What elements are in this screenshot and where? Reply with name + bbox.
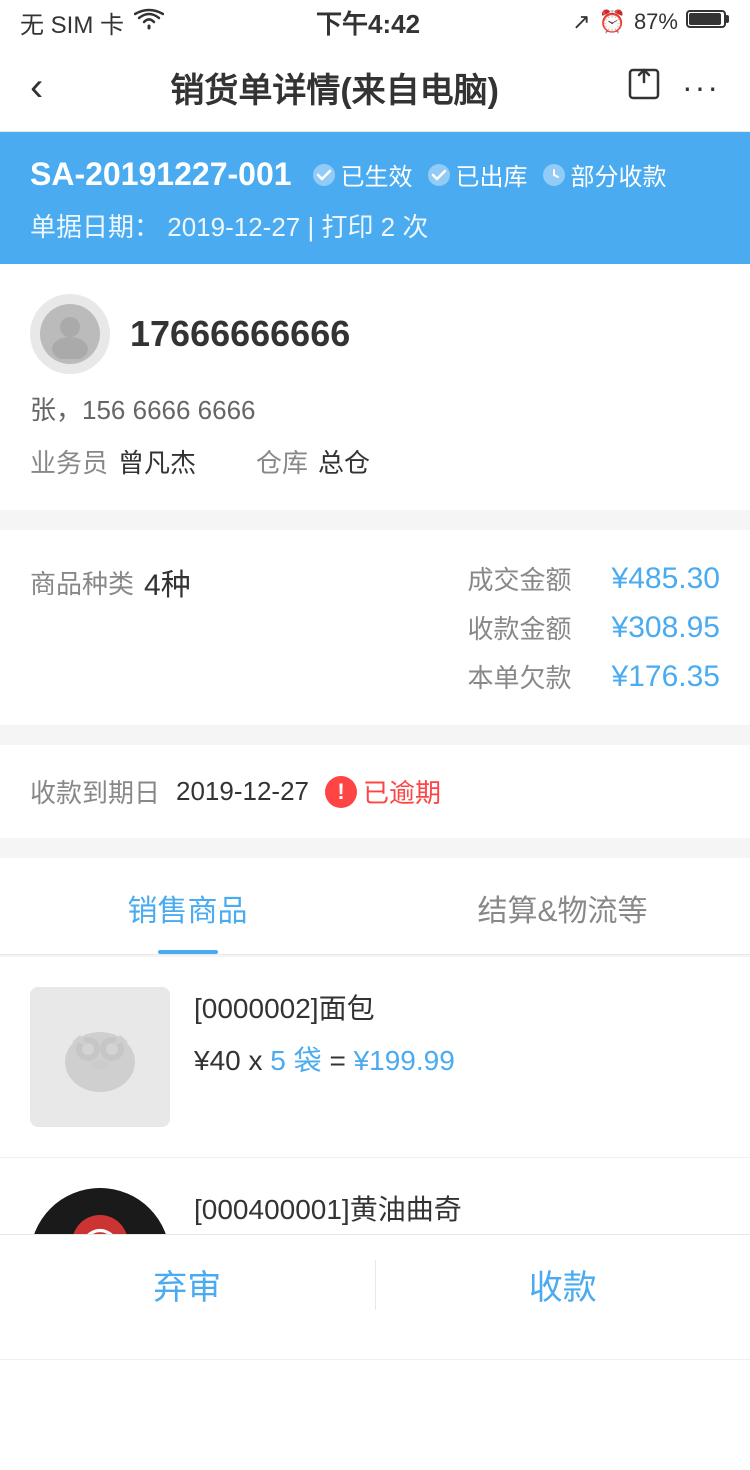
nav-right: ··· bbox=[626, 66, 720, 110]
warehouse-label: 仓库 bbox=[256, 443, 308, 480]
status-left: 无 SIM 卡 bbox=[20, 5, 164, 40]
overdue-text: 已逾期 bbox=[363, 773, 441, 810]
status-effective: 已生效 bbox=[312, 157, 413, 192]
status-badges: 已生效 已出库 部分收款 bbox=[312, 157, 667, 192]
status-right: ↗ ⏰ 87% bbox=[572, 8, 730, 36]
nav-bar: ‹ 销货单详情(来自电脑) ··· bbox=[0, 44, 750, 132]
warehouse-info: 仓库 总仓 bbox=[256, 443, 370, 480]
due-date-value: 2019-12-27 bbox=[176, 776, 309, 807]
customer-meta: 业务员 曾凡杰 仓库 总仓 bbox=[30, 443, 720, 480]
order-header: SA-20191227-001 已生效 已出库 部分收款 单据日期： 2019-… bbox=[0, 132, 750, 264]
received-amount-row: 收款金额 ¥308.95 bbox=[468, 609, 720, 646]
salesperson-info: 业务员 曾凡杰 bbox=[30, 443, 196, 480]
battery-text: 87% bbox=[634, 9, 678, 35]
wifi-icon bbox=[134, 8, 164, 37]
stats-section: 商品种类 4种 成交金额 ¥485.30 收款金额 ¥308.95 本单欠款 ¥… bbox=[0, 530, 750, 725]
amount-stats: 成交金额 ¥485.30 收款金额 ¥308.95 本单欠款 ¥176.35 bbox=[468, 560, 720, 695]
due-date-label: 收款到期日 bbox=[30, 773, 160, 810]
customer-name-phone: 张，156 6666 6666 bbox=[30, 390, 720, 427]
goods-type-label: 商品种类 bbox=[30, 564, 134, 601]
battery-icon bbox=[686, 8, 730, 36]
overdue-icon: ! bbox=[325, 776, 357, 808]
product-item: [0000002]面包 ¥40 x 5 袋 = ¥199.99 bbox=[0, 957, 750, 1158]
salesperson-label: 业务员 bbox=[30, 443, 108, 480]
status-shipped: 已出库 bbox=[427, 157, 528, 192]
alarm-icon: ⏰ bbox=[599, 9, 626, 35]
order-date: 单据日期： 2019-12-27 | 打印 2 次 bbox=[30, 207, 720, 244]
page-title: 销货单详情(来自电脑) bbox=[170, 63, 499, 112]
received-amount-label: 收款金额 bbox=[468, 609, 572, 646]
deal-amount-label: 成交金额 bbox=[468, 560, 572, 597]
location-icon: ↗ bbox=[572, 9, 590, 35]
product-image-bread bbox=[30, 987, 170, 1127]
product-name-bread: [0000002]面包 bbox=[194, 987, 720, 1027]
abandon-review-button[interactable]: 弃审 bbox=[0, 1240, 375, 1329]
received-amount-value: ¥308.95 bbox=[612, 611, 720, 645]
deal-amount-value: ¥485.30 bbox=[612, 562, 720, 596]
status-partial: 部分收款 bbox=[542, 157, 667, 192]
overdue-indicator: ! 已逾期 bbox=[325, 773, 441, 810]
customer-avatar bbox=[30, 294, 110, 374]
tabs: 销售商品 结算&物流等 bbox=[0, 858, 750, 955]
warehouse-value: 总仓 bbox=[318, 443, 370, 480]
product-info-bread: [0000002]面包 ¥40 x 5 袋 = ¥199.99 bbox=[194, 987, 720, 1079]
back-button[interactable]: ‹ bbox=[30, 65, 43, 110]
deal-amount-row: 成交金额 ¥485.30 bbox=[468, 560, 720, 597]
customer-section: 17666666666 张，156 6666 6666 业务员 曾凡杰 仓库 总… bbox=[0, 264, 750, 510]
debt-amount-row: 本单欠款 ¥176.35 bbox=[468, 658, 720, 695]
status-time: 下午4:42 bbox=[316, 4, 420, 41]
debt-amount-value: ¥176.35 bbox=[612, 660, 720, 694]
nav-left: ‹ bbox=[30, 65, 43, 110]
debt-amount-label: 本单欠款 bbox=[468, 658, 572, 695]
customer-phone: 17666666666 bbox=[130, 313, 350, 355]
share-icon[interactable] bbox=[626, 66, 662, 110]
tab-settlement[interactable]: 结算&物流等 bbox=[375, 858, 750, 954]
tab-products[interactable]: 销售商品 bbox=[0, 858, 375, 954]
product-name-cookie: [000400001]黄油曲奇 bbox=[194, 1188, 720, 1228]
order-id: SA-20191227-001 bbox=[30, 156, 292, 193]
no-sim-text: 无 SIM 卡 bbox=[20, 5, 124, 40]
bottom-bar: 弃审 收款 bbox=[0, 1234, 750, 1334]
salesperson-value: 曾凡杰 bbox=[118, 443, 196, 480]
goods-type: 商品种类 4种 bbox=[30, 560, 191, 604]
product-price-bread: ¥40 x 5 袋 = ¥199.99 bbox=[194, 1039, 720, 1079]
products-section: [0000002]面包 ¥40 x 5 袋 = ¥199.99 bbox=[0, 957, 750, 1470]
more-icon[interactable]: ··· bbox=[682, 69, 720, 106]
status-bar: 无 SIM 卡 下午4:42 ↗ ⏰ 87% bbox=[0, 0, 750, 44]
goods-type-value: 4种 bbox=[144, 560, 191, 604]
tabs-section: 销售商品 结算&物流等 bbox=[0, 858, 750, 955]
collect-payment-button[interactable]: 收款 bbox=[376, 1240, 750, 1329]
due-date-section: 收款到期日 2019-12-27 ! 已逾期 bbox=[0, 745, 750, 838]
